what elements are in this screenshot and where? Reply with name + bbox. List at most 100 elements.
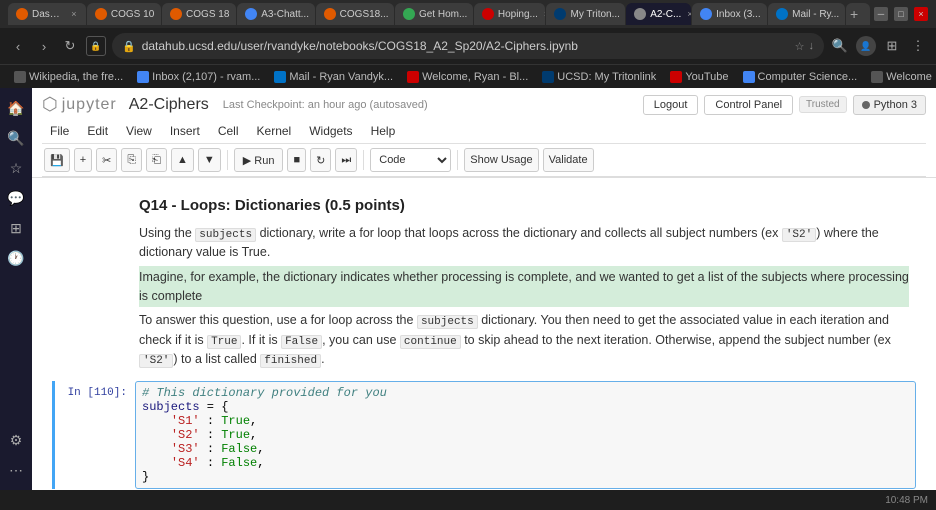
paste-cell-button[interactable]: ⎗ [146,148,167,172]
bookmark-label: Wikipedia, the fre... [29,71,123,83]
tab-cogs18b[interactable]: COGS18... × [316,3,394,25]
restart-run-button[interactable]: ⏭ [335,148,357,172]
notebook-body[interactable]: Q14 - Loops: Dictionaries (0.5 points) U… [32,178,936,490]
stop-button[interactable]: ■ [287,148,306,172]
code-string: 'S3' [171,442,200,456]
code-bool: True [221,414,250,428]
bookmark-label: YouTube [685,71,728,83]
move-down-button[interactable]: ▼ [198,148,221,172]
notebook-name: A2-Ciphers [129,96,209,114]
inline-code-s2-1: 'S2' [782,228,816,242]
content-area: 🏠 🔍 ☆ 💬 ⊞ 🕐 ⚙ ⋯ ⬡ jupyter A2-Ciphers Las… [0,88,936,490]
menu-insert[interactable]: Insert [162,121,208,141]
restart-button[interactable]: ↻ [310,148,331,172]
tab-hoping[interactable]: Hoping... × [474,3,546,25]
tab-mail[interactable]: Mail - Ry... × [768,3,845,25]
menu-button[interactable]: ⋮ [908,36,928,56]
jupyter-area: ⬡ jupyter A2-Ciphers Last Checkpoint: an… [32,88,936,490]
tab-gethom[interactable]: Get Hom... × [395,3,473,25]
toolbar-separator [227,150,228,170]
tab-inbox[interactable]: Inbox (3... × [692,3,767,25]
sidebar-settings-icon[interactable]: ⚙ [4,428,28,452]
tab-cogs18[interactable]: COGS 18 × [162,3,236,25]
extensions-button[interactable]: ⊞ [882,36,902,56]
bookmark-youtube[interactable]: YouTube [664,67,734,87]
bookmark-mail[interactable]: Mail - Ryan Vandyk... [268,67,399,87]
maximize-button[interactable]: □ [894,7,908,21]
sidebar-workspaces-icon[interactable]: ⊞ [4,216,28,240]
tab-a3chat[interactable]: A3-Chatt... × [237,3,314,25]
close-icon[interactable]: × [544,8,546,20]
forward-button[interactable]: › [34,36,54,56]
star-icon[interactable]: ☆ [795,40,805,53]
add-cell-button[interactable]: + [74,148,92,172]
bookmark-favicon [542,71,554,83]
close-icon[interactable]: × [687,8,691,20]
cut-cell-button[interactable]: ✂ [96,148,117,172]
sidebar-more-icon[interactable]: ⋯ [4,458,28,482]
toolbar-separator-3 [457,150,458,170]
move-up-button[interactable]: ▲ [171,148,194,172]
window-controls: ─ □ × [874,7,928,21]
tab-cogs10[interactable]: COGS 10 × [87,3,161,25]
menu-widgets[interactable]: Widgets [301,121,360,141]
cell-prompt-110: In [110]: [55,381,135,489]
show-usage-button[interactable]: Show Usage [464,148,538,172]
cell-prompt-q14 [52,190,132,379]
sidebar-bookmarks-icon[interactable]: ☆ [4,156,28,180]
cell-type-select[interactable]: Code Markdown Raw [370,148,451,172]
trusted-label: Trusted [806,99,840,110]
bookmark-welcome[interactable]: Welcome [865,67,936,87]
menu-cell[interactable]: Cell [210,121,247,141]
tab-a2c[interactable]: A2-C... × [626,3,691,25]
browser-frame: Dashboa... × COGS 10 × COGS 18 × A3-Chat… [0,0,936,510]
bookmark-inbox[interactable]: Inbox (2,107) - rvam... [131,67,266,87]
toolbar: 💾 + ✂ ⎘ ⎗ ▲ ▼ ▶ Run ■ ↻ ⏭ Code Markdown [42,144,926,177]
save-button[interactable]: 💾 [44,148,70,172]
tab-triton[interactable]: My Triton... × [546,3,625,25]
bookmark-favicon [407,71,419,83]
bookmark-cs[interactable]: Computer Science... [737,67,864,87]
menu-help[interactable]: Help [363,121,404,141]
copy-cell-button[interactable]: ⎘ [121,148,142,172]
download-icon[interactable]: ↓ [809,40,815,53]
logout-button[interactable]: Logout [643,95,699,115]
toolbar-separator-2 [363,150,364,170]
bookmark-tritonlink[interactable]: UCSD: My Tritonlink [536,67,662,87]
validate-button[interactable]: Validate [543,148,594,172]
code-line: # This dictionary provided for you [142,386,909,400]
close-icon[interactable]: × [767,8,768,20]
run-button[interactable]: ▶ Run [234,148,284,172]
back-button[interactable]: ‹ [8,36,28,56]
profile-button[interactable]: 👤 [856,36,876,56]
address-bar[interactable]: 🔒 datahub.ucsd.edu/user/rvandyke/noteboo… [112,33,824,59]
code-bool: False [221,442,257,456]
minimize-button[interactable]: ─ [874,7,888,21]
menu-file[interactable]: File [42,121,77,141]
sidebar-history-icon[interactable]: 🕐 [4,246,28,270]
menu-view[interactable]: View [118,121,160,141]
menu-kernel[interactable]: Kernel [249,121,300,141]
new-tab-button[interactable]: + [846,3,870,25]
bookmark-welcome-bl[interactable]: Welcome, Ryan - Bl... [401,67,534,87]
sidebar-messenger-icon[interactable]: 💬 [4,186,28,210]
control-panel-button[interactable]: Control Panel [704,95,793,115]
sidebar-search-icon[interactable]: 🔍 [4,126,28,150]
code-line: subjects = { [142,400,909,414]
close-button[interactable]: × [914,7,928,21]
code-bool: False [221,456,257,470]
refresh-button[interactable]: ↻ [60,36,80,56]
code-content-110[interactable]: # This dictionary provided for you subje… [135,381,916,489]
tab-dashboard[interactable]: Dashboa... × [8,3,86,25]
close-icon[interactable]: × [235,8,236,20]
search-button[interactable]: 🔍 [830,36,850,56]
close-icon[interactable]: × [160,8,161,20]
bookmark-wikipedia[interactable]: Wikipedia, the fre... [8,67,129,87]
menu-edit[interactable]: Edit [79,121,116,141]
status-right: 10:48 PM [885,495,928,506]
close-icon[interactable]: × [70,8,78,20]
menu-bar: File Edit View Insert Cell Kernel Widget… [42,119,926,144]
bookmark-label: UCSD: My Tritonlink [557,71,656,83]
sidebar-home-icon[interactable]: 🏠 [4,96,28,120]
code-line: 'S3' : False, [142,442,909,456]
